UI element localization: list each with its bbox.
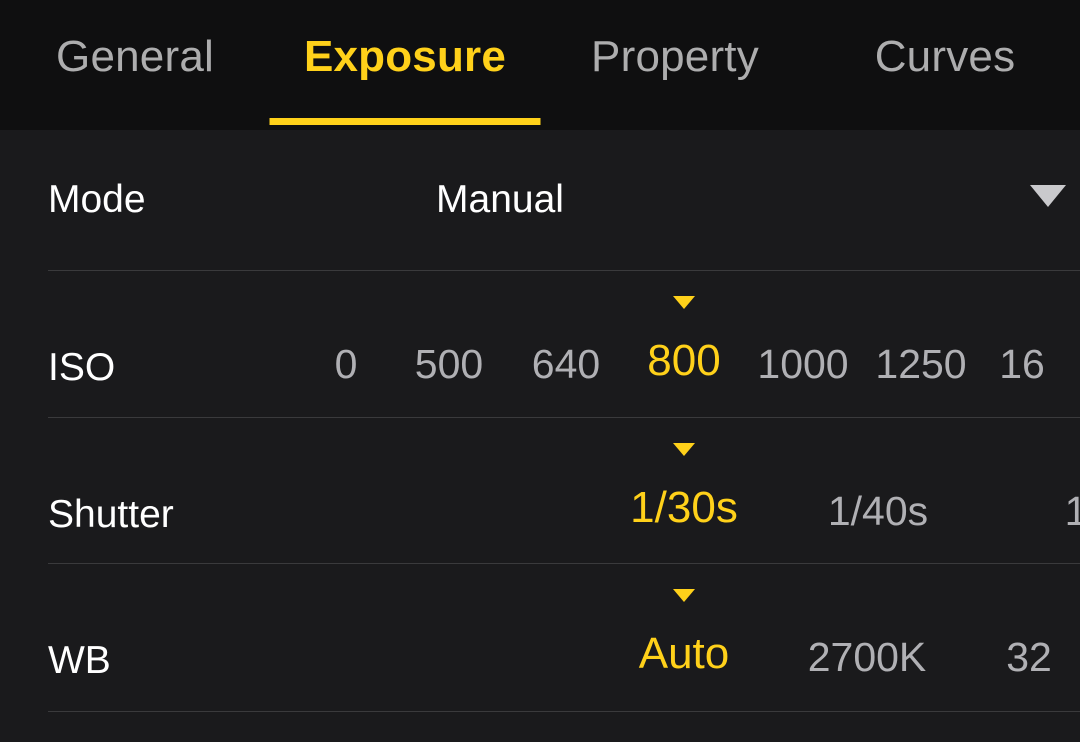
chevron-down-icon[interactable] [1030, 185, 1066, 207]
setting-row-wb[interactable]: WB Auto 2700K 32 [0, 563, 1080, 711]
tab-bar: General Exposure Property Curves [0, 0, 1080, 130]
shutter-option[interactable]: 1/30s [630, 483, 738, 533]
wb-option[interactable]: Auto [639, 629, 730, 679]
wb-option[interactable]: 2700K [808, 632, 927, 682]
shutter-picker[interactable]: 1/30s 1/40s 1 [0, 417, 1080, 563]
iso-picker[interactable]: 0 500 640 800 1000 1250 16 [0, 270, 1080, 417]
tab-curves-label: Curves [874, 32, 1016, 81]
wb-option[interactable]: 32 [1006, 632, 1052, 682]
tab-property[interactable]: Property [540, 0, 810, 130]
setting-row-iso[interactable]: ISO 0 500 640 800 1000 1250 16 [0, 270, 1080, 417]
camera-settings-panel: General Exposure Property Curves Mode Ma… [0, 0, 1080, 742]
iso-option[interactable]: 800 [647, 336, 720, 386]
iso-option[interactable]: 16 [999, 339, 1045, 389]
iso-picker-track[interactable]: 0 500 640 800 1000 1250 16 [0, 270, 1080, 417]
iso-option[interactable]: 640 [532, 339, 600, 389]
iso-option[interactable]: 0 [335, 339, 358, 389]
setting-row-shutter[interactable]: Shutter 1/30s 1/40s 1 [0, 417, 1080, 563]
tab-general[interactable]: General [0, 0, 270, 130]
shutter-option[interactable]: 1 [1065, 486, 1080, 536]
wb-picker-track[interactable]: Auto 2700K 32 [0, 563, 1080, 711]
tab-exposure-underline [269, 118, 541, 125]
iso-option[interactable]: 1250 [875, 339, 966, 389]
tab-exposure-label: Exposure [303, 32, 507, 81]
tab-general-label: General [56, 32, 214, 81]
iso-option[interactable]: 500 [415, 339, 483, 389]
setting-row-mode[interactable]: Mode Manual [0, 130, 1080, 270]
shutter-option[interactable]: 1/40s [828, 486, 928, 536]
shutter-picker-track[interactable]: 1/30s 1/40s 1 [0, 417, 1080, 563]
tab-exposure[interactable]: Exposure [269, 0, 541, 130]
tab-curves[interactable]: Curves [810, 0, 1080, 130]
row-divider [48, 711, 1080, 712]
iso-option[interactable]: 1000 [757, 339, 848, 389]
wb-picker[interactable]: Auto 2700K 32 [0, 563, 1080, 711]
settings-list: Mode Manual ISO 0 500 640 800 1000 1250 16 Shu… [0, 130, 1080, 742]
tab-property-label: Property [591, 32, 759, 81]
mode-value[interactable]: Manual [0, 176, 1000, 224]
